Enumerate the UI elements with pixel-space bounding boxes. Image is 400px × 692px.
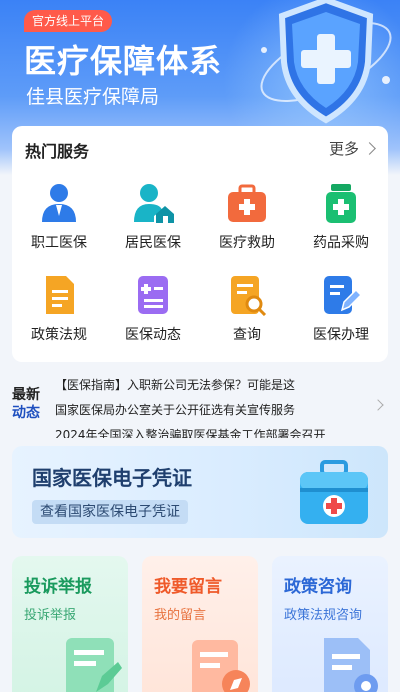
policy-document-icon bbox=[324, 638, 378, 692]
service-medical-aid[interactable]: 医疗救助 bbox=[200, 182, 294, 274]
complaint-report-card[interactable]: 投诉举报 投诉举报 bbox=[12, 556, 128, 692]
e-certificate-banner[interactable]: 国家医保电子凭证 查看国家医保电子凭证 bbox=[12, 446, 388, 538]
news-badge-line1: 最新 bbox=[12, 387, 40, 403]
news-badge-line2: 动态 bbox=[12, 405, 40, 421]
medical-kit-icon bbox=[228, 184, 266, 222]
view-e-certificate-button[interactable]: 查看国家医保电子凭证 bbox=[32, 500, 188, 524]
service-employee-insurance[interactable]: 职工医保 bbox=[12, 182, 106, 274]
search-document-icon bbox=[231, 276, 267, 316]
service-drug-purchase[interactable]: 药品采购 bbox=[294, 182, 388, 274]
report-document-icon bbox=[66, 638, 122, 692]
worker-icon bbox=[42, 184, 76, 222]
chevron-right-icon bbox=[363, 142, 376, 155]
leave-message-title: 我要留言 bbox=[154, 577, 222, 597]
service-label: 居民医保 bbox=[125, 235, 181, 251]
bureau-name: 佳县医疗保障局 bbox=[26, 86, 160, 108]
news-item[interactable]: 【医保指南】入职新公司无法参保？可能是这 bbox=[55, 376, 295, 393]
news-item[interactable]: 2024年全国深入整治骗取医保基金工作部署会召开 bbox=[55, 426, 326, 438]
service-query[interactable]: 查询 bbox=[200, 274, 294, 366]
news-list-icon bbox=[138, 276, 168, 314]
service-label: 药品采购 bbox=[313, 235, 369, 251]
page-title: 医疗保障体系 bbox=[24, 42, 223, 80]
medical-shield-icon bbox=[260, 0, 392, 124]
medicine-bottle-icon bbox=[326, 184, 356, 223]
hot-services-title: 热门服务 bbox=[25, 142, 90, 161]
service-resident-insurance[interactable]: 居民医保 bbox=[106, 182, 200, 274]
leave-message-card[interactable]: 我要留言 我的留言 bbox=[142, 556, 258, 692]
service-policy-regulations[interactable]: 政策法规 bbox=[12, 274, 106, 366]
service-insurance-handling[interactable]: 医保办理 bbox=[294, 274, 388, 366]
edit-document-icon bbox=[324, 276, 362, 314]
document-icon bbox=[46, 276, 74, 314]
service-label: 医保办理 bbox=[313, 327, 369, 343]
policy-consult-subtitle: 政策法规咨询 bbox=[284, 608, 363, 623]
news-ticker[interactable]: 最新 动态 【医保指南】入职新公司无法参保？可能是这 国家医保局办公室关于公开征… bbox=[0, 370, 400, 438]
service-label: 职工医保 bbox=[31, 235, 87, 251]
policy-consult-card[interactable]: 政策咨询 政策法规咨询 bbox=[272, 556, 388, 692]
service-label: 政策法规 bbox=[31, 327, 87, 343]
service-label: 医保动态 bbox=[125, 327, 181, 343]
leave-message-subtitle: 我的留言 bbox=[154, 608, 207, 623]
message-compass-icon bbox=[192, 640, 250, 692]
resident-home-icon bbox=[134, 184, 174, 223]
service-grid: 职工医保 居民医保 医疗救助 药品采购 政策法规 医保动态 查询 医保办理 bbox=[12, 182, 388, 358]
service-label: 医疗救助 bbox=[219, 235, 275, 251]
complaint-report-subtitle: 投诉举报 bbox=[24, 608, 77, 623]
hot-services-card: 热门服务 更多 职工医保 居民医保 医疗救助 药品采购 政策法规 医保动态 查询… bbox=[12, 126, 388, 362]
service-insurance-news[interactable]: 医保动态 bbox=[106, 274, 200, 366]
official-platform-tag: 官方线上平台 bbox=[24, 10, 113, 32]
policy-consult-title: 政策咨询 bbox=[284, 577, 352, 597]
more-button[interactable]: 更多 bbox=[328, 138, 376, 159]
service-label: 查询 bbox=[233, 327, 261, 343]
latest-news-badge: 最新 动态 bbox=[12, 386, 46, 422]
chevron-right-icon bbox=[372, 399, 384, 411]
e-certificate-title: 国家医保电子凭证 bbox=[32, 466, 192, 490]
news-item[interactable]: 国家医保局办公室关于公开征选有关宣传服务 bbox=[55, 401, 295, 418]
complaint-report-title: 投诉举报 bbox=[24, 577, 92, 597]
more-label: 更多 bbox=[328, 140, 359, 158]
first-aid-kit-icon bbox=[300, 460, 368, 524]
